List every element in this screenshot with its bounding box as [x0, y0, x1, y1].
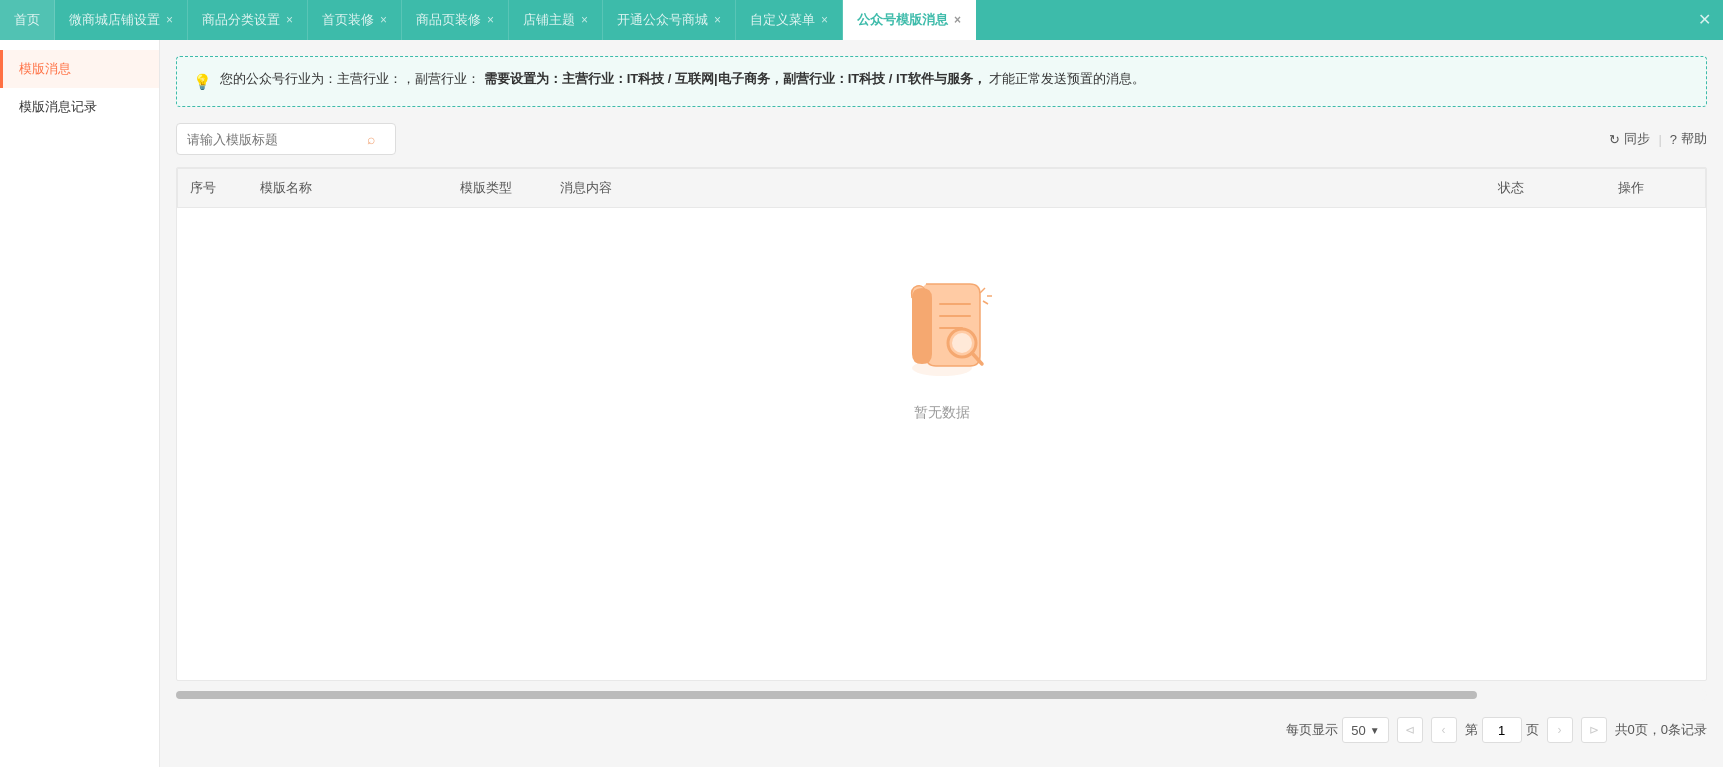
empty-illustration — [882, 268, 1002, 388]
svg-point-5 — [952, 333, 972, 353]
col-seq: 序号 — [178, 169, 248, 208]
nav-tab-home[interactable]: 首页 — [0, 0, 55, 40]
search-icon[interactable]: ⌕ — [367, 131, 375, 147]
help-icon: ? — [1670, 132, 1677, 147]
page-size-dropdown[interactable]: 50 ▼ — [1342, 717, 1388, 743]
table-scrollbar-thumb — [176, 691, 1477, 699]
page-number-input[interactable] — [1482, 717, 1522, 743]
pagination-total: 共0页，0条记录 — [1615, 721, 1707, 739]
nav-tab-template-msg-label: 公众号模版消息 — [857, 11, 948, 29]
nav-tab-open-mall[interactable]: 开通公众号商城 × — [603, 0, 736, 40]
toolbar-right: ↻ 同步 | ? 帮助 — [1609, 130, 1707, 148]
nav-tab-home-decor-close[interactable]: × — [380, 14, 387, 26]
table-wrapper: 序号 模版名称 模版类型 消息内容 状态 操作 — [176, 167, 1707, 681]
alert-icon: 💡 — [193, 70, 212, 94]
data-table: 序号 模版名称 模版类型 消息内容 状态 操作 — [177, 168, 1706, 208]
col-action: 操作 — [1606, 169, 1706, 208]
page-size-label: 每页显示 — [1286, 721, 1338, 739]
alert-highlight: 需要设置为：主营行业：IT科技 / 互联网|电子商务，副营行业：IT科技 / I… — [484, 71, 986, 86]
nav-tab-custom-menu-close[interactable]: × — [821, 14, 828, 26]
pagination: 每页显示 50 ▼ ⊲ ‹ 第 页 › ⊳ 共0页，0条记录 — [176, 709, 1707, 751]
sync-button[interactable]: ↻ 同步 — [1609, 130, 1650, 148]
nav-tab-product-category[interactable]: 商品分类设置 × — [188, 0, 308, 40]
page-size-select: 每页显示 50 ▼ — [1286, 717, 1388, 743]
alert-box: 💡 您的公众号行业为：主营行业：，副营行业： 需要设置为：主营行业：IT科技 /… — [176, 56, 1707, 107]
nav-tab-template-msg[interactable]: 公众号模版消息 × — [843, 0, 976, 40]
toolbar-divider: | — [1658, 132, 1661, 147]
empty-state: 暂无数据 — [177, 208, 1706, 462]
col-name: 模版名称 — [248, 169, 448, 208]
close-all-button[interactable]: ✕ — [1686, 0, 1723, 40]
col-status: 状态 — [1486, 169, 1606, 208]
page-last-button[interactable]: ⊳ — [1581, 717, 1607, 743]
nav-tab-shop-theme-close[interactable]: × — [581, 14, 588, 26]
sync-icon: ↻ — [1609, 132, 1620, 147]
nav-tab-open-mall-close[interactable]: × — [714, 14, 721, 26]
nav-tab-micro-shop[interactable]: 微商城店铺设置 × — [55, 0, 188, 40]
nav-tab-template-msg-close[interactable]: × — [954, 14, 961, 26]
nav-tab-open-mall-label: 开通公众号商城 — [617, 11, 708, 29]
main-layout: 模版消息 模版消息记录 💡 您的公众号行业为：主营行业：，副营行业： 需要设置为… — [0, 40, 1723, 767]
nav-tab-home-decor[interactable]: 首页装修 × — [308, 0, 402, 40]
empty-text: 暂无数据 — [914, 404, 970, 422]
nav-tab-product-decor-close[interactable]: × — [487, 14, 494, 26]
nav-tab-shop-theme[interactable]: 店铺主题 × — [509, 0, 603, 40]
col-content: 消息内容 — [548, 169, 1486, 208]
search-bar: ⌕ ↻ 同步 | ? 帮助 — [176, 123, 1707, 155]
page-first-button[interactable]: ⊲ — [1397, 717, 1423, 743]
page-prev-button[interactable]: ‹ — [1431, 717, 1457, 743]
svg-line-9 — [983, 301, 988, 304]
nav-tab-product-category-label: 商品分类设置 — [202, 11, 280, 29]
search-input[interactable] — [187, 132, 367, 147]
sidebar: 模版消息 模版消息记录 — [0, 40, 160, 767]
page-prefix-label: 第 — [1465, 721, 1478, 739]
nav-tab-home-decor-label: 首页装修 — [322, 11, 374, 29]
table-scrollbar[interactable] — [176, 689, 1707, 701]
content-area: 💡 您的公众号行业为：主营行业：，副营行业： 需要设置为：主营行业：IT科技 /… — [160, 40, 1723, 767]
page-next-button[interactable]: › — [1547, 717, 1573, 743]
nav-tab-custom-menu[interactable]: 自定义菜单 × — [736, 0, 843, 40]
alert-text: 您的公众号行业为：主营行业：，副营行业： 需要设置为：主营行业：IT科技 / 互… — [220, 69, 1690, 90]
col-type: 模版类型 — [448, 169, 548, 208]
nav-tab-micro-shop-label: 微商城店铺设置 — [69, 11, 160, 29]
page-input-wrap: 第 页 — [1465, 717, 1539, 743]
svg-line-7 — [980, 288, 985, 293]
nav-tab-shop-theme-label: 店铺主题 — [523, 11, 575, 29]
nav-tab-product-category-close[interactable]: × — [286, 14, 293, 26]
nav-tab-custom-menu-label: 自定义菜单 — [750, 11, 815, 29]
search-input-wrap: ⌕ — [176, 123, 396, 155]
sidebar-item-template-msg[interactable]: 模版消息 — [0, 50, 159, 88]
nav-tab-micro-shop-close[interactable]: × — [166, 14, 173, 26]
top-nav: 首页 微商城店铺设置 × 商品分类设置 × 首页装修 × 商品页装修 × 店铺主… — [0, 0, 1723, 40]
page-size-value: 50 — [1351, 723, 1365, 738]
table-header-row: 序号 模版名称 模版类型 消息内容 状态 操作 — [178, 169, 1706, 208]
nav-tab-product-decor[interactable]: 商品页装修 × — [402, 0, 509, 40]
nav-tab-home-label: 首页 — [14, 11, 40, 29]
page-unit-label: 页 — [1526, 721, 1539, 739]
chevron-down-icon: ▼ — [1370, 725, 1380, 736]
sidebar-item-template-msg-log[interactable]: 模版消息记录 — [0, 88, 159, 126]
help-button[interactable]: ? 帮助 — [1670, 130, 1707, 148]
nav-tab-product-decor-label: 商品页装修 — [416, 11, 481, 29]
